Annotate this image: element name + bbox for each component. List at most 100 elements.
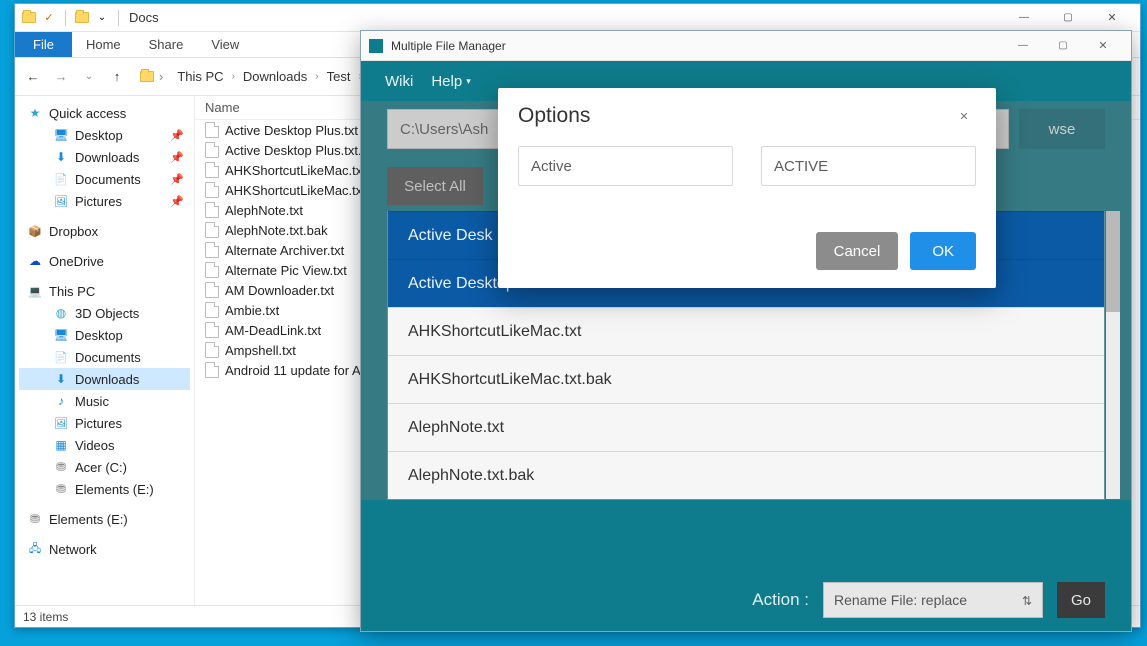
ok-button[interactable]: OK [910, 232, 976, 270]
menu-help[interactable]: Help▾ [431, 73, 470, 90]
crumb-test[interactable]: Test [323, 67, 355, 86]
breadcrumb[interactable]: This PC Downloads Test D [173, 67, 383, 86]
pin-icon: 📌 [170, 129, 184, 142]
tree-item-pictures[interactable]: Pictures 📌 [19, 190, 190, 212]
tree-network[interactable]: Network [19, 538, 190, 560]
tree-onedrive[interactable]: OneDrive [19, 250, 190, 272]
tree-item-documents2[interactable]: Documents [19, 346, 190, 368]
qat-save-icon[interactable] [41, 10, 57, 26]
folder-icon [74, 10, 90, 26]
tab-view[interactable]: View [197, 32, 253, 57]
file-name: AM-DeadLink.txt [225, 323, 321, 338]
up-button[interactable] [105, 65, 129, 89]
tree-dropbox[interactable]: Dropbox [19, 220, 190, 242]
3d-objects-icon [53, 305, 69, 321]
file-icon [205, 182, 219, 198]
browse-button[interactable]: wse [1019, 109, 1105, 149]
modal-close-button[interactable] [952, 104, 976, 128]
drive-icon [53, 459, 69, 475]
pin-icon: 📌 [170, 151, 184, 164]
tree-item-music[interactable]: Music [19, 390, 190, 412]
tree-item-documents[interactable]: Documents📌 [19, 168, 190, 190]
menu-wiki[interactable]: Wiki [385, 73, 413, 90]
tree-nav[interactable]: Quick access Desktop📌 Downloads📌 Documen… [15, 96, 195, 605]
file-name: Android 11 update for ASU [225, 363, 379, 378]
chevron-right-icon[interactable] [159, 69, 163, 84]
path-value: C:\Users\Ash [400, 121, 488, 138]
crumb-thispc[interactable]: This PC [173, 67, 227, 86]
drive-icon [53, 481, 69, 497]
tree-label: Acer (C:) [75, 460, 127, 475]
tab-share[interactable]: Share [135, 32, 198, 57]
tree-item-videos[interactable]: Videos [19, 434, 190, 456]
file-name: Alternate Archiver.txt [225, 243, 344, 258]
mfm-list-item[interactable]: AlephNote.txt.bak [388, 451, 1104, 499]
history-dropdown[interactable] [77, 65, 101, 89]
mfm-titlebar[interactable]: Multiple File Manager [361, 31, 1131, 61]
tree-elements2[interactable]: Elements (E:) [19, 508, 190, 530]
modal-title: Options [518, 104, 590, 128]
folder-icon [139, 69, 155, 85]
chevron-right-icon [230, 71, 237, 82]
mfm-list-item[interactable]: AHKShortcutLikeMac.txt [388, 307, 1104, 355]
tree-label: Dropbox [49, 224, 98, 239]
find-value: Active [531, 158, 572, 175]
cancel-button[interactable]: Cancel [816, 232, 899, 270]
close-button[interactable] [1090, 4, 1134, 32]
network-icon [27, 541, 43, 557]
tree-quick-access[interactable]: Quick access [19, 102, 190, 124]
replace-input[interactable]: ACTIVE [761, 146, 976, 186]
pin-icon: 📌 [170, 195, 184, 208]
tab-file[interactable]: File [15, 32, 72, 57]
tree-item-pictures2[interactable]: Pictures [19, 412, 190, 434]
tree-item-acer-drive[interactable]: Acer (C:) [19, 456, 190, 478]
cancel-label: Cancel [834, 243, 881, 260]
go-button[interactable]: Go [1057, 582, 1105, 618]
file-name: Alternate Pic View.txt [225, 263, 347, 278]
close-button[interactable] [1083, 32, 1123, 60]
download-icon [53, 149, 69, 165]
desktop-icon [53, 127, 69, 143]
tree-label: Desktop [75, 328, 123, 343]
scrollbar-thumb[interactable] [1106, 211, 1120, 312]
file-name: Active Desktop Plus.txt.bak [225, 143, 383, 158]
tree-item-downloads2[interactable]: Downloads [19, 368, 190, 390]
minimize-button[interactable] [1002, 4, 1046, 32]
window-title: Docs [129, 10, 159, 25]
select-caret-icon [1022, 592, 1032, 608]
back-button[interactable] [21, 65, 45, 89]
tree-item-3dobjects[interactable]: 3D Objects [19, 302, 190, 324]
file-icon [205, 122, 219, 138]
tree-label: Pictures [75, 194, 122, 209]
scrollbar[interactable] [1106, 211, 1120, 499]
mfm-list-item[interactable]: AHKShortcutLikeMac.txt.bak [388, 355, 1104, 403]
tree-thispc[interactable]: This PC [19, 280, 190, 302]
file-name: Active Desktop Plus.txt [225, 123, 358, 138]
star-icon [27, 105, 43, 121]
tree-label: 3D Objects [75, 306, 139, 321]
tree-item-elements-drive[interactable]: Elements (E:) [19, 478, 190, 500]
tree-item-desktop2[interactable]: Desktop [19, 324, 190, 346]
maximize-button[interactable] [1046, 4, 1090, 32]
file-name: AHKShortcutLikeMac.txt [225, 163, 366, 178]
qat-dropdown-icon[interactable] [94, 10, 110, 26]
tree-item-downloads[interactable]: Downloads📌 [19, 146, 190, 168]
find-input[interactable]: Active [518, 146, 733, 186]
select-all-label: Select All [404, 178, 466, 195]
ok-label: OK [932, 243, 954, 260]
select-all-button[interactable]: Select All [387, 167, 483, 205]
crumb-downloads[interactable]: Downloads [239, 67, 311, 86]
tree-item-desktop[interactable]: Desktop📌 [19, 124, 190, 146]
action-select[interactable]: Rename File: replace [823, 582, 1043, 618]
explorer-titlebar[interactable]: Docs [15, 4, 1140, 32]
drive-icon [27, 511, 43, 527]
minimize-button[interactable] [1003, 32, 1043, 60]
desktop-icon [53, 327, 69, 343]
file-name: AlephNote.txt.bak [225, 223, 328, 238]
forward-button[interactable] [49, 65, 73, 89]
separator [65, 10, 66, 26]
mfm-list-item[interactable]: AlephNote.txt [388, 403, 1104, 451]
tree-label: Documents [75, 172, 141, 187]
maximize-button[interactable] [1043, 32, 1083, 60]
tab-home[interactable]: Home [72, 32, 135, 57]
